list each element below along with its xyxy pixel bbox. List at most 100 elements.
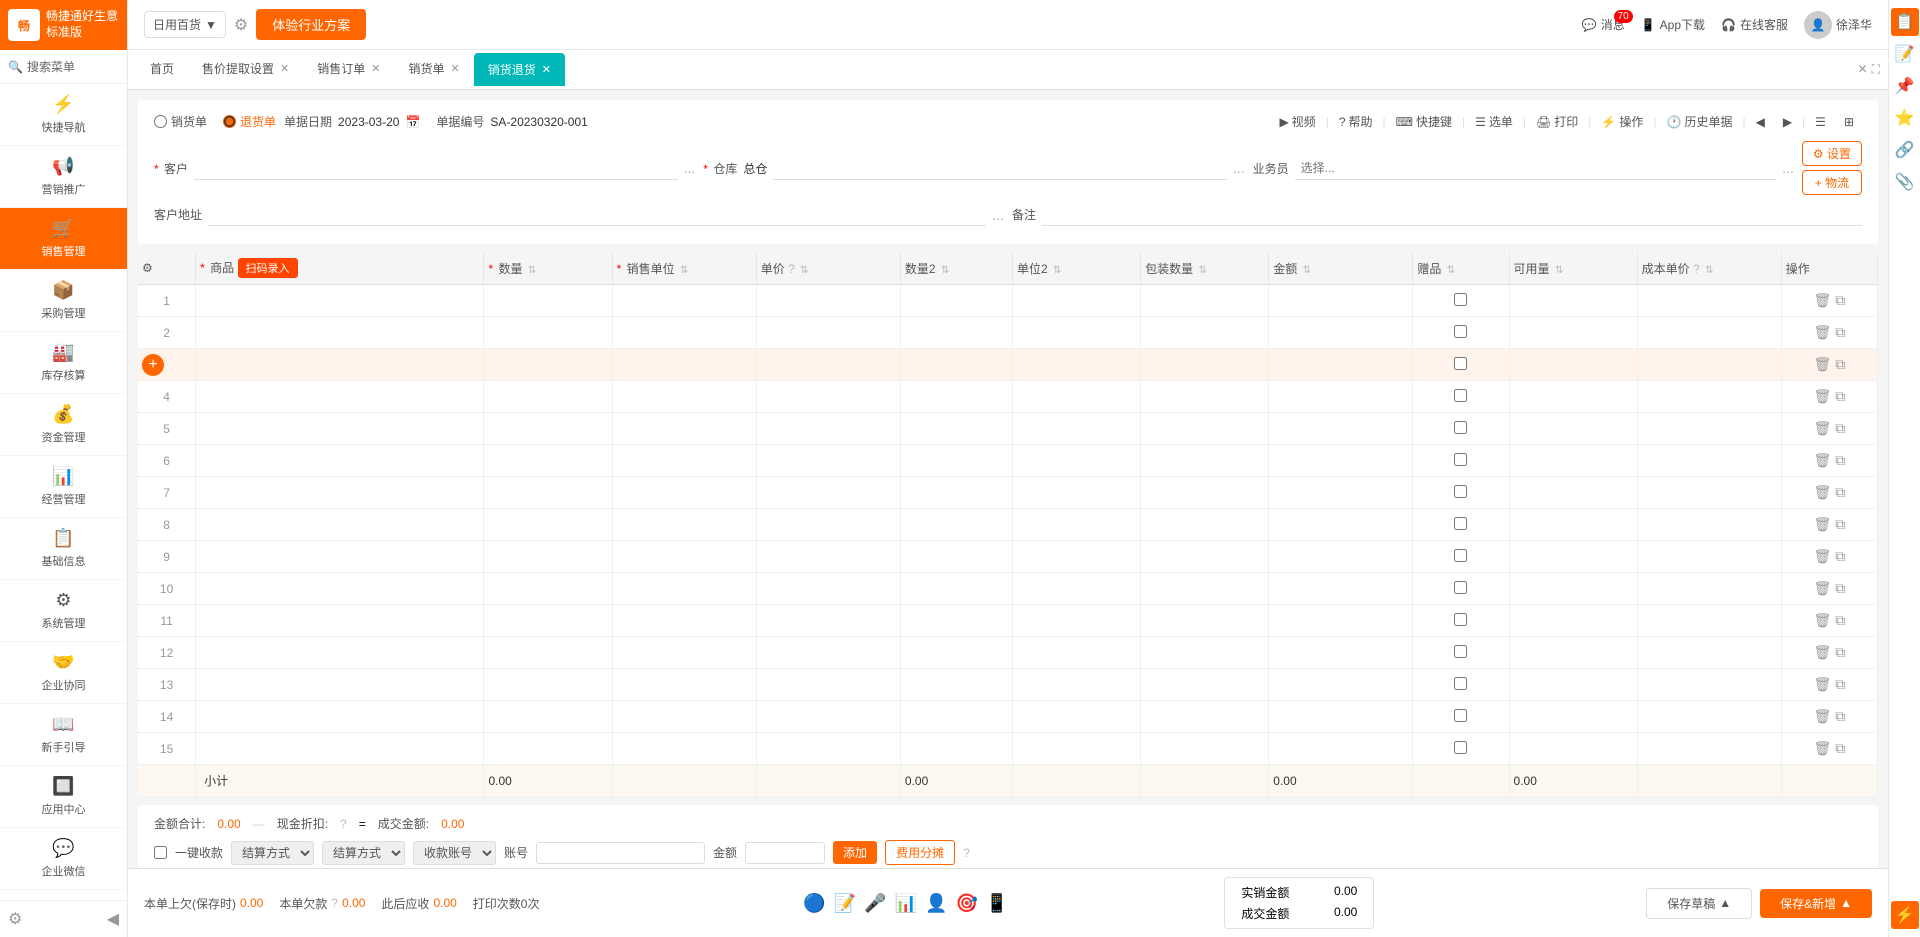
qty-sort-icon[interactable]: ⇅ <box>528 265 536 276</box>
salesperson-select-btn[interactable]: ... <box>1782 160 1794 176</box>
taskbar-icon-6[interactable]: 🎯 <box>955 893 977 914</box>
debt-help-icon[interactable]: ? <box>331 896 338 910</box>
operate-btn[interactable]: ⚡ 操作 <box>1593 110 1651 133</box>
address-select-btn[interactable]: ... <box>992 207 1004 223</box>
product-cell[interactable] <box>196 317 484 349</box>
online-service-button[interactable]: 🎧 在线客服 <box>1721 16 1788 33</box>
product-cell-active[interactable] <box>196 349 484 381</box>
right-panel-btn-5[interactable]: 🔗 <box>1891 136 1919 164</box>
tab-sales[interactable]: 销货单 ✕ <box>394 52 473 87</box>
customer-select-btn[interactable]: ... <box>684 160 696 176</box>
maximize-icon[interactable]: ⛶ <box>1872 62 1880 77</box>
product-input[interactable] <box>200 292 479 310</box>
copy-row-btn[interactable]: ⧉ <box>1835 516 1845 533</box>
tab-sales-order[interactable]: 销售订单 ✕ <box>303 52 394 87</box>
add-logistics-btn[interactable]: + 物流 <box>1802 170 1862 195</box>
price-help-icon[interactable]: ? <box>788 262 795 276</box>
copy-row-btn[interactable]: ⧉ <box>1835 324 1845 341</box>
salesperson-input[interactable] <box>1295 157 1777 180</box>
copy-row-btn[interactable]: ⧉ <box>1835 708 1845 725</box>
warehouse-input[interactable] <box>773 157 1227 180</box>
sidebar-item-operations[interactable]: 📊 经营管理 <box>0 456 127 518</box>
price-input[interactable] <box>761 292 896 310</box>
delete-row-btn[interactable]: 🗑 <box>1814 676 1832 693</box>
remarks-input[interactable] <box>1042 203 1862 226</box>
tab-sales-return[interactable]: 销货退货 ✕ <box>474 53 565 86</box>
close-tab-icon[interactable]: ✕ <box>1858 62 1868 77</box>
account-select[interactable]: 收款账号 <box>413 841 496 865</box>
price-cell[interactable] <box>756 285 900 317</box>
table-gear-icon[interactable]: ⚙ <box>142 261 153 275</box>
delete-row-btn[interactable]: 🗑 <box>1814 324 1832 341</box>
delete-row-btn[interactable]: 🗑 <box>1814 356 1832 373</box>
right-panel-btn-1[interactable]: 📋 <box>1891 8 1919 36</box>
delete-row-btn[interactable]: 🗑 <box>1814 516 1832 533</box>
tab-close-sales[interactable]: ✕ <box>451 62 460 75</box>
qty-cell[interactable] <box>484 285 612 317</box>
tab-close-price-setting[interactable]: ✕ <box>280 62 289 75</box>
add-payment-btn[interactable]: 添加 <box>833 841 877 864</box>
cost-sort-icon[interactable]: ⇅ <box>1705 265 1713 276</box>
copy-row-btn[interactable]: ⧉ <box>1835 420 1845 437</box>
price-sort-icon[interactable]: ⇅ <box>800 265 808 276</box>
list-view-btn[interactable]: ☰ <box>1807 112 1834 132</box>
unit-sort-icon[interactable]: ⇅ <box>680 265 688 276</box>
cost-help-icon[interactable]: ? <box>1693 262 1700 276</box>
tab-home[interactable]: 首页 <box>136 52 188 87</box>
taskbar-icon-1[interactable]: 🔵 <box>803 893 825 914</box>
qty2-input[interactable] <box>905 292 1008 310</box>
taskbar-icon-7[interactable]: 📱 <box>986 893 1008 914</box>
fee-help-icon[interactable]: ? <box>963 846 970 860</box>
delete-row-btn[interactable]: 🗑 <box>1814 420 1832 437</box>
fee-split-btn[interactable]: 费用分摊 <box>885 840 955 865</box>
qty2-cell[interactable] <box>900 285 1012 317</box>
print-btn[interactable]: 🖨 打印 <box>1528 110 1586 133</box>
qty-input[interactable] <box>488 292 607 310</box>
delete-row-btn[interactable]: 🗑 <box>1814 612 1832 629</box>
address-input[interactable] <box>208 203 986 226</box>
taskbar-icon-5[interactable]: 👤 <box>925 893 947 914</box>
copy-row-btn[interactable]: ⧉ <box>1835 388 1845 405</box>
delete-row-btn[interactable]: 🗑 <box>1814 388 1832 405</box>
unit-cell[interactable] <box>612 285 756 317</box>
select-btn[interactable]: ☰ 选单 <box>1467 110 1521 133</box>
right-panel-btn-7[interactable]: ⚡ <box>1891 901 1919 929</box>
sidebar-item-purchase[interactable]: 📦 采购管理 <box>0 270 127 332</box>
copy-row-btn[interactable]: ⧉ <box>1835 676 1845 693</box>
gift-checkbox[interactable] <box>1454 293 1467 306</box>
qty2-sort-icon[interactable]: ⇅ <box>941 265 949 276</box>
amount-input[interactable] <box>745 842 825 864</box>
unit2-cell[interactable] <box>1013 285 1141 317</box>
copy-row-btn[interactable]: ⧉ <box>1835 580 1845 597</box>
unit2-sort-icon[interactable]: ⇅ <box>1053 265 1061 276</box>
industry-selector[interactable]: 日用百货 ▼ <box>144 11 226 38</box>
delete-row-btn[interactable]: 🗑 <box>1814 580 1832 597</box>
account-input[interactable] <box>536 842 705 864</box>
save-draft-btn[interactable]: 保存草稿 ▲ <box>1646 888 1752 919</box>
delete-row-btn[interactable]: 🗑 <box>1814 484 1832 501</box>
radio-return[interactable]: 退货单 <box>223 113 276 130</box>
delete-row-btn[interactable]: 🗑 <box>1814 740 1832 757</box>
topbar-gear-icon[interactable]: ⚙ <box>234 15 248 35</box>
tab-price-setting[interactable]: 售价提取设置 ✕ <box>188 52 303 87</box>
pack-sort-icon[interactable]: ⇅ <box>1199 265 1207 276</box>
calc-select[interactable]: 结算方式 <box>322 841 405 865</box>
sidebar-item-member[interactable]: 👑 畅会员 <box>0 890 127 900</box>
settlement-select[interactable]: 结算方式 <box>231 841 314 865</box>
scan-enter-btn[interactable]: 扫码录入 <box>238 258 298 278</box>
save-new-btn[interactable]: 保存&新增 ▲ <box>1760 889 1872 918</box>
unit2-input[interactable] <box>1017 292 1136 310</box>
copy-row-btn[interactable]: ⧉ <box>1835 292 1845 309</box>
taskbar-icon-3[interactable]: 🎤 <box>864 893 886 914</box>
sidebar-item-finance[interactable]: 💰 资金管理 <box>0 394 127 456</box>
right-panel-btn-4[interactable]: ⭐ <box>1891 104 1919 132</box>
sidebar-item-marketing[interactable]: 📢 营销推广 <box>0 146 127 208</box>
delete-row-btn[interactable]: 🗑 <box>1814 644 1832 661</box>
copy-row-btn[interactable]: ⧉ <box>1835 548 1845 565</box>
unit-input[interactable] <box>617 292 752 310</box>
delete-row-btn[interactable]: 🗑 <box>1814 548 1832 565</box>
sidebar-item-basic[interactable]: 📋 基础信息 <box>0 518 127 580</box>
sidebar-item-apps[interactable]: 🔲 应用中心 <box>0 766 127 828</box>
pack-input[interactable] <box>1145 292 1264 310</box>
right-panel-btn-2[interactable]: 📝 <box>1891 40 1919 68</box>
